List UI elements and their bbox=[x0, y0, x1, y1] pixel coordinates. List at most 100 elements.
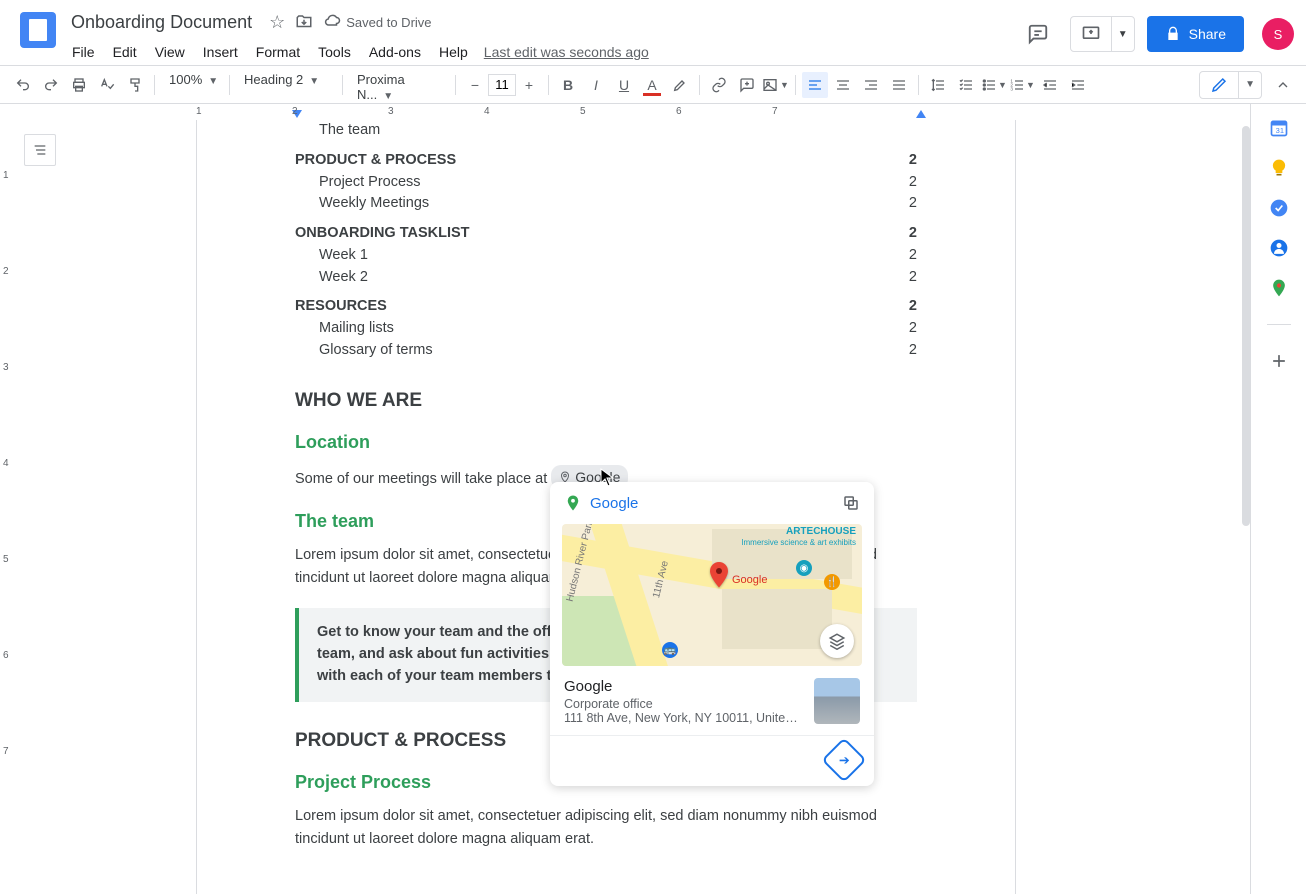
bulleted-list-button[interactable]: ▼ bbox=[981, 72, 1007, 98]
maps-app-icon[interactable] bbox=[1269, 278, 1289, 298]
toc-item-label: Weekly Meetings bbox=[319, 193, 429, 215]
toc-item-page: 2 bbox=[909, 340, 917, 362]
bold-button[interactable]: B bbox=[555, 72, 581, 98]
logo-column bbox=[12, 8, 64, 48]
account-avatar[interactable]: S bbox=[1262, 18, 1294, 50]
star-icon[interactable]: ☆ bbox=[269, 12, 285, 33]
toc-item-label: Mailing lists bbox=[319, 318, 394, 340]
place-name: Google bbox=[564, 678, 804, 695]
undo-button[interactable] bbox=[10, 72, 36, 98]
map-pin-label: Google bbox=[732, 574, 767, 586]
map-pin-icon bbox=[559, 471, 571, 483]
decrease-font-button[interactable]: − bbox=[462, 72, 488, 98]
toc-heading-page: 2 bbox=[909, 150, 917, 172]
toc-heading[interactable]: ONBOARDING TASKLIST 2 bbox=[295, 223, 917, 245]
decrease-indent-button[interactable] bbox=[1037, 72, 1063, 98]
present-dropdown-icon[interactable]: ▼ bbox=[1111, 17, 1134, 51]
place-photo-thumbnail[interactable] bbox=[814, 678, 860, 724]
zoom-select[interactable]: 100%▼ bbox=[161, 72, 223, 98]
project-paragraph[interactable]: Lorem ipsum dolor sit amet, consectetuer… bbox=[295, 805, 917, 851]
toc-item[interactable]: Week 22 bbox=[295, 267, 917, 289]
toc-item[interactable]: The team bbox=[295, 120, 917, 142]
contacts-app-icon[interactable] bbox=[1269, 238, 1289, 258]
google-maps-icon bbox=[564, 494, 582, 512]
numbered-list-button[interactable]: 123▼ bbox=[1009, 72, 1035, 98]
toc-heading[interactable]: RESOURCES 2 bbox=[295, 296, 917, 318]
toc-item-label: The team bbox=[319, 120, 380, 142]
tasks-app-icon[interactable] bbox=[1269, 198, 1289, 218]
toc-heading[interactable]: PRODUCT & PROCESS 2 bbox=[295, 150, 917, 172]
toc-item[interactable]: Project Process2 bbox=[295, 172, 917, 194]
toc-heading-page: 2 bbox=[909, 223, 917, 245]
underline-button[interactable]: U bbox=[611, 72, 637, 98]
align-center-button[interactable] bbox=[830, 72, 856, 98]
checklist-button[interactable] bbox=[953, 72, 979, 98]
menu-insert[interactable]: Insert bbox=[195, 40, 246, 64]
present-button[interactable]: ▼ bbox=[1070, 16, 1135, 52]
toc-item-page: 2 bbox=[909, 193, 917, 215]
toc-item[interactable]: Weekly Meetings 2 bbox=[295, 193, 917, 215]
share-button[interactable]: Share bbox=[1147, 16, 1244, 52]
toc-item[interactable]: Glossary of terms2 bbox=[295, 340, 917, 362]
paint-format-button[interactable] bbox=[122, 72, 148, 98]
map-layers-button[interactable] bbox=[820, 624, 854, 658]
menu-edit[interactable]: Edit bbox=[105, 40, 145, 64]
toolbar-separator bbox=[342, 75, 343, 95]
popover-title[interactable]: Google bbox=[590, 495, 842, 512]
font-size-input[interactable] bbox=[488, 74, 516, 96]
calendar-app-icon[interactable]: 31 bbox=[1269, 118, 1289, 138]
text-color-button[interactable]: A bbox=[639, 72, 665, 98]
document-title-input[interactable]: Onboarding Document bbox=[64, 9, 259, 36]
menu-format[interactable]: Format bbox=[248, 40, 308, 64]
menubar: File Edit View Insert Format Tools Add-o… bbox=[64, 38, 1018, 66]
align-left-button[interactable] bbox=[802, 72, 828, 98]
map-preview[interactable]: Hudson River Park 11th Ave ARTECHOUSE Im… bbox=[562, 524, 862, 666]
menu-addons[interactable]: Add-ons bbox=[361, 40, 429, 64]
add-comment-button[interactable] bbox=[734, 72, 760, 98]
toolbar-separator bbox=[548, 75, 549, 95]
align-right-button[interactable] bbox=[858, 72, 884, 98]
hide-menus-button[interactable] bbox=[1270, 72, 1296, 98]
increase-font-button[interactable]: + bbox=[516, 72, 542, 98]
increase-indent-button[interactable] bbox=[1065, 72, 1091, 98]
print-button[interactable] bbox=[66, 72, 92, 98]
map-poi-icon: ◉ bbox=[796, 560, 812, 576]
insert-image-button[interactable]: ▼ bbox=[762, 72, 789, 98]
redo-button[interactable] bbox=[38, 72, 64, 98]
highlight-button[interactable] bbox=[667, 72, 693, 98]
heading-who-we-are[interactable]: WHO WE ARE bbox=[295, 390, 917, 412]
italic-button[interactable]: I bbox=[583, 72, 609, 98]
menu-view[interactable]: View bbox=[147, 40, 193, 64]
heading-location[interactable]: Location bbox=[295, 432, 917, 453]
scrollbar-track[interactable] bbox=[1242, 120, 1250, 894]
menu-tools[interactable]: Tools bbox=[310, 40, 359, 64]
last-edit-link[interactable]: Last edit was seconds ago bbox=[484, 44, 649, 60]
scrollbar-thumb[interactable] bbox=[1242, 126, 1250, 526]
comment-history-icon[interactable] bbox=[1018, 14, 1058, 54]
paragraph-style-select[interactable]: Heading 2▼ bbox=[236, 72, 336, 98]
get-addons-button[interactable] bbox=[1269, 351, 1289, 371]
toc-item-label: Project Process bbox=[319, 172, 421, 194]
toc-item[interactable]: Mailing lists2 bbox=[295, 318, 917, 340]
toc-item[interactable]: Week 12 bbox=[295, 245, 917, 267]
font-family-select[interactable]: Proxima N...▼ bbox=[349, 72, 449, 98]
toc-heading-label: PRODUCT & PROCESS bbox=[295, 150, 456, 172]
copy-link-icon[interactable] bbox=[842, 494, 860, 512]
map-poi-icon: 🍴 bbox=[824, 574, 840, 590]
ruler-tick: 1 bbox=[196, 106, 202, 117]
line-spacing-button[interactable] bbox=[925, 72, 951, 98]
directions-button[interactable]: ➔ bbox=[821, 737, 866, 782]
horizontal-ruler[interactable]: 1 2 3 4 5 6 7 bbox=[0, 104, 1250, 120]
move-icon[interactable] bbox=[295, 13, 313, 31]
spellcheck-button[interactable] bbox=[94, 72, 120, 98]
editing-mode-button[interactable]: ▼ bbox=[1199, 71, 1262, 99]
menu-help[interactable]: Help bbox=[431, 40, 476, 64]
present-main-icon[interactable] bbox=[1071, 24, 1111, 44]
editing-mode-dropdown-icon[interactable]: ▼ bbox=[1238, 72, 1261, 98]
menu-file[interactable]: File bbox=[64, 40, 103, 64]
right-indent-marker[interactable] bbox=[916, 110, 926, 118]
docs-logo-icon[interactable] bbox=[20, 12, 56, 48]
insert-link-button[interactable] bbox=[706, 72, 732, 98]
align-justify-button[interactable] bbox=[886, 72, 912, 98]
keep-app-icon[interactable] bbox=[1269, 158, 1289, 178]
